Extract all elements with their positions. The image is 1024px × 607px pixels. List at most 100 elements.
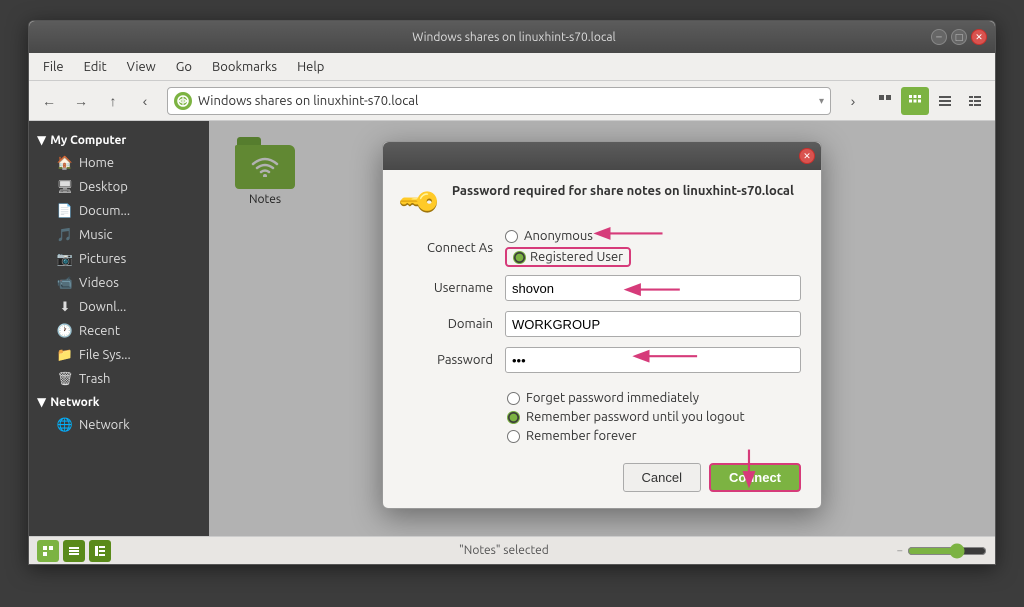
window-title: Windows shares on linuxhint-s70.local	[97, 31, 931, 44]
registered-user-radio[interactable]	[513, 251, 526, 264]
dialog-body: Connect As Anonymous Registered User	[383, 229, 821, 455]
remember-forever-radio[interactable]	[507, 430, 520, 443]
connect-as-label: Connect As	[403, 241, 493, 255]
domain-input[interactable]	[505, 311, 801, 337]
statusbar-left	[37, 540, 111, 562]
recent-icon: 🕐	[57, 323, 73, 339]
trash-icon: 🗑	[57, 371, 73, 387]
prev-button[interactable]: ‹	[131, 87, 159, 115]
password-row: Password	[403, 347, 801, 373]
sidebar-my-computer-label: My Computer	[50, 134, 126, 147]
sidebar-network-item-label: Network	[79, 418, 130, 432]
menubar: File Edit View Go Bookmarks Help	[29, 53, 995, 81]
username-row: Username	[403, 275, 801, 301]
main-window: Windows shares on linuxhint-s70.local ─ …	[28, 20, 996, 565]
modal-overlay: ✕ 🔑 Password required for share notes on…	[209, 121, 995, 536]
videos-icon: 📹	[57, 275, 73, 291]
shrink-view-button[interactable]	[871, 87, 899, 115]
statusbar-icon-3[interactable]	[89, 540, 111, 562]
address-dropdown-icon[interactable]: ▾	[819, 95, 824, 107]
titlebar: Windows shares on linuxhint-s70.local ─ …	[29, 21, 995, 53]
statusbar: "Notes" selected −	[29, 536, 995, 564]
sidebar-item-recent[interactable]: 🕐 Recent	[33, 319, 205, 343]
menu-file[interactable]: File	[35, 57, 72, 77]
menu-bookmarks[interactable]: Bookmarks	[204, 57, 285, 77]
filesystem-icon: 📁	[57, 347, 73, 363]
zoom-control: −	[897, 543, 987, 559]
registered-user-label: Registered User	[530, 250, 623, 264]
dialog-buttons: Cancel Connect	[383, 455, 821, 492]
back-button[interactable]: ←	[35, 87, 63, 115]
zoom-minus-icon: −	[897, 545, 903, 557]
sidebar-item-videos[interactable]: 📹 Videos	[33, 271, 205, 295]
username-label: Username	[403, 281, 493, 295]
detail-view-button[interactable]	[961, 87, 989, 115]
anonymous-label: Anonymous	[524, 229, 593, 243]
sidebar-trash-label: Trash	[79, 372, 110, 386]
menu-view[interactable]: View	[119, 57, 164, 77]
remember-until-logout-option[interactable]: Remember password until you logout	[507, 410, 801, 424]
dialog-title: Password required for share notes on lin…	[452, 184, 794, 198]
next-nav-button[interactable]: ›	[839, 87, 867, 115]
connect-button[interactable]: Connect	[709, 463, 801, 492]
anonymous-option[interactable]: Anonymous	[505, 229, 631, 243]
forget-password-radio[interactable]	[507, 392, 520, 405]
domain-row: Domain	[403, 311, 801, 337]
sidebar-item-trash[interactable]: 🗑 Trash	[33, 367, 205, 391]
list-view-button[interactable]	[931, 87, 959, 115]
menu-go[interactable]: Go	[168, 57, 200, 77]
connect-as-row: Connect As Anonymous Registered User	[403, 229, 801, 267]
menu-help[interactable]: Help	[289, 57, 332, 77]
remember-until-logout-radio[interactable]	[507, 411, 520, 424]
up-button[interactable]: ↑	[99, 87, 127, 115]
titlebar-controls: ─ □ ✕	[931, 29, 987, 45]
main-area: ▼ My Computer 🏠 Home 🖥 Desktop 📄 Docum..…	[29, 121, 995, 536]
password-input[interactable]	[505, 347, 801, 373]
minimize-button[interactable]: ─	[931, 29, 947, 45]
remember-forever-label: Remember forever	[526, 429, 637, 443]
address-icon	[174, 92, 192, 110]
pictures-icon: 📷	[57, 251, 73, 267]
network-arrow-icon: ▼	[37, 395, 46, 409]
username-input[interactable]	[505, 275, 801, 301]
maximize-button[interactable]: □	[951, 29, 967, 45]
statusbar-icon-1[interactable]	[37, 540, 59, 562]
radio-group-connect-as: Anonymous Registered User	[505, 229, 631, 267]
forward-button[interactable]: →	[67, 87, 95, 115]
my-computer-arrow-icon: ▼	[37, 133, 46, 147]
statusbar-icon-2[interactable]	[63, 540, 85, 562]
sidebar-item-pictures[interactable]: 📷 Pictures	[33, 247, 205, 271]
sidebar-item-documents[interactable]: 📄 Docum...	[33, 199, 205, 223]
forget-password-option[interactable]: Forget password immediately	[507, 391, 801, 405]
cancel-button[interactable]: Cancel	[623, 463, 701, 492]
sidebar-documents-label: Docum...	[79, 204, 130, 218]
password-options: Forget password immediately Remember pas…	[403, 383, 801, 455]
sidebar-item-downloads[interactable]: ⬇ Downl...	[33, 295, 205, 319]
anonymous-radio[interactable]	[505, 230, 518, 243]
sidebar-desktop-label: Desktop	[79, 180, 128, 194]
home-icon: 🏠	[57, 155, 73, 171]
sidebar: ▼ My Computer 🏠 Home 🖥 Desktop 📄 Docum..…	[29, 121, 209, 536]
sidebar-item-network[interactable]: 🌐 Network	[33, 413, 205, 437]
zoom-slider[interactable]	[907, 543, 987, 559]
dialog-close-button[interactable]: ✕	[799, 148, 815, 164]
registered-user-option[interactable]: Registered User	[505, 247, 631, 267]
sidebar-item-filesystem[interactable]: 📁 File Sys...	[33, 343, 205, 367]
sidebar-downloads-label: Downl...	[79, 300, 126, 314]
file-area: Notes ✕ 🔑 Password required for share no…	[209, 121, 995, 536]
domain-label: Domain	[403, 317, 493, 331]
remember-forever-option[interactable]: Remember forever	[507, 429, 801, 443]
sidebar-section-my-computer[interactable]: ▼ My Computer	[29, 129, 209, 151]
sidebar-pictures-label: Pictures	[79, 252, 126, 266]
grid-view-button[interactable]	[901, 87, 929, 115]
close-button[interactable]: ✕	[971, 29, 987, 45]
view-controls	[871, 87, 989, 115]
sidebar-item-home[interactable]: 🏠 Home	[33, 151, 205, 175]
sidebar-section-network[interactable]: ▼ Network	[29, 391, 209, 413]
menu-edit[interactable]: Edit	[76, 57, 115, 77]
password-dialog: ✕ 🔑 Password required for share notes on…	[382, 141, 822, 509]
sidebar-item-music[interactable]: 🎵 Music	[33, 223, 205, 247]
dialog-titlebar: ✕	[383, 142, 821, 170]
sidebar-item-desktop[interactable]: 🖥 Desktop	[33, 175, 205, 199]
desktop-icon: 🖥	[57, 179, 73, 195]
